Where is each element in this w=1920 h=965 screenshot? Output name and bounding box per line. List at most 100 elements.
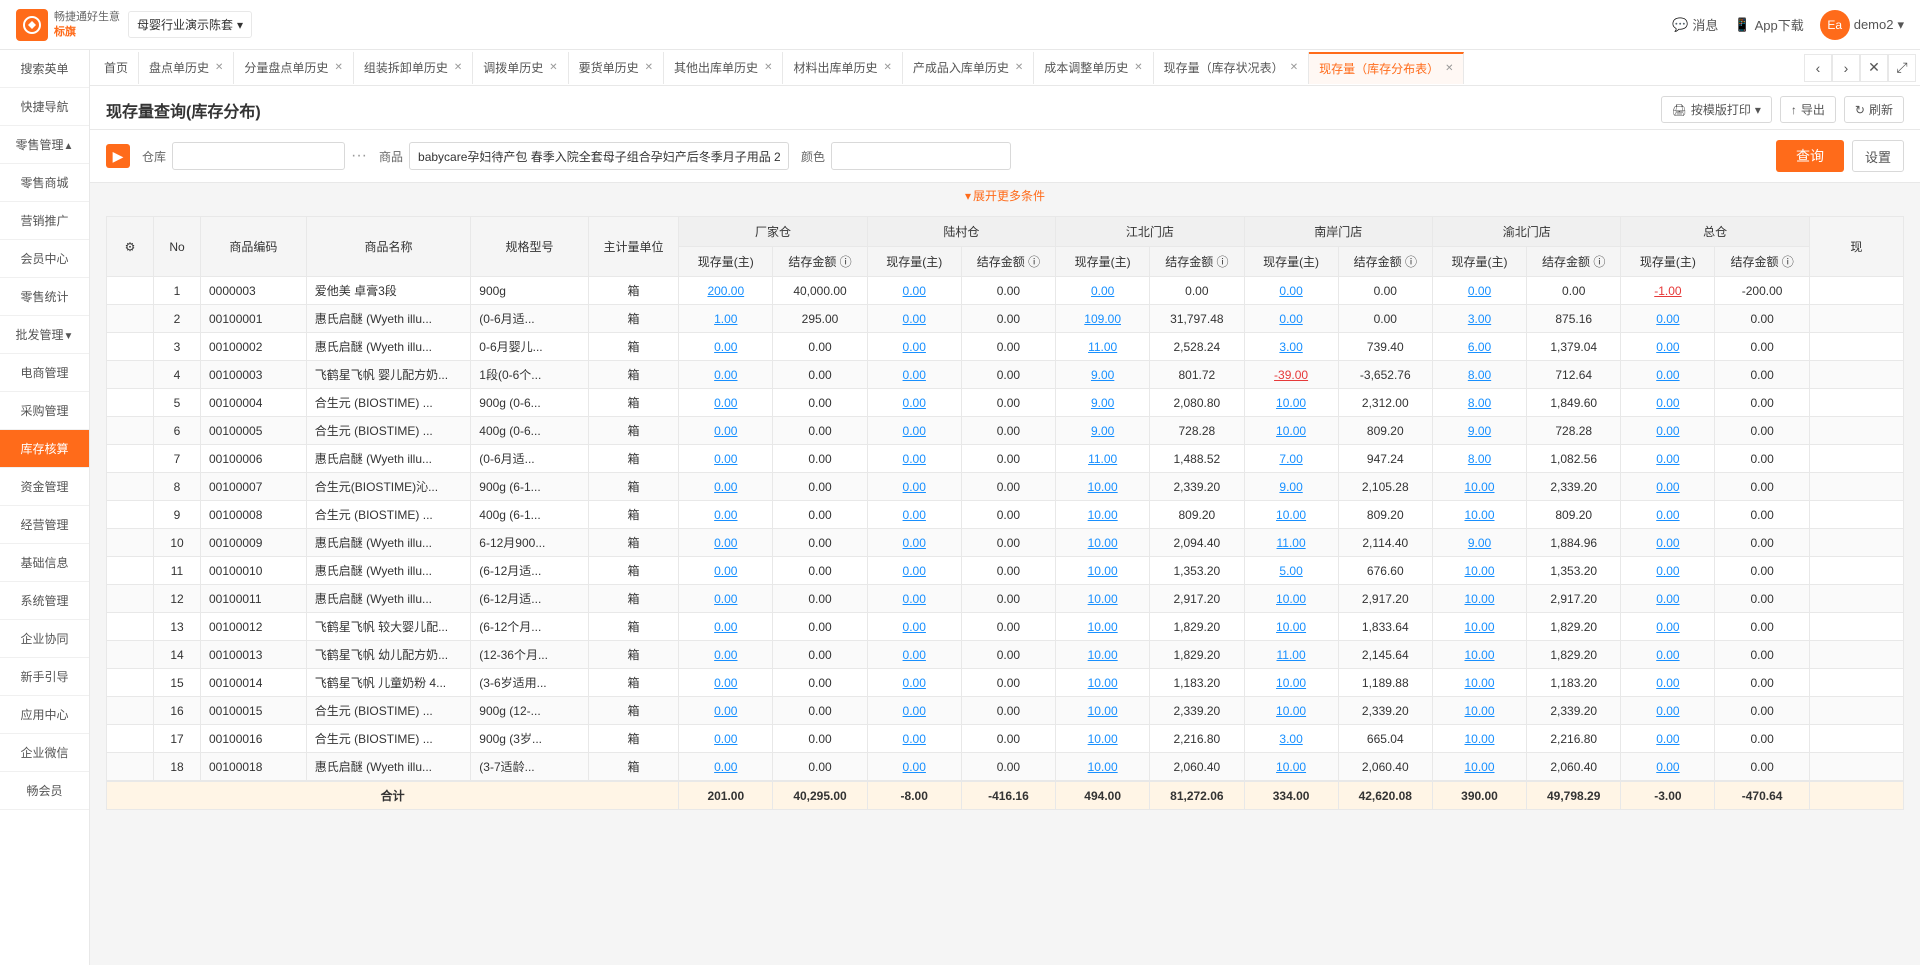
page-title: 现存量查询(库存分布)	[106, 98, 261, 122]
sidebar-item-19[interactable]: 畅会员	[0, 772, 89, 810]
tab-close-5[interactable]: ✕	[645, 62, 653, 73]
logo-text: 畅捷通好生意 标旗	[54, 10, 120, 39]
page-content: 现存量查询(库存分布) 🖨 按模版打印 ▾ ↑ 导出 ↻ 刷新	[90, 86, 1920, 965]
tab-close-9[interactable]: ✕	[1134, 62, 1142, 73]
sidebar-item-10[interactable]: 库存核算	[0, 430, 89, 468]
avatar: Ea	[1820, 10, 1850, 40]
th-total-warehouse: 总仓	[1621, 217, 1809, 247]
sidebar-item-17[interactable]: 应用中心	[0, 696, 89, 734]
color-group: 颜色	[801, 142, 1011, 170]
tab-close-7[interactable]: ✕	[883, 62, 891, 73]
refresh-btn[interactable]: ↻ 刷新	[1844, 96, 1904, 123]
sidebar-item-13[interactable]: 基础信息	[0, 544, 89, 582]
tab-close-1[interactable]: ✕	[215, 62, 223, 73]
th-jiangbei-store: 江北门店	[1056, 217, 1244, 247]
tab-2[interactable]: 分量盘点单历史✕	[234, 52, 353, 84]
tab-5[interactable]: 要货单历史✕	[569, 52, 664, 84]
tab-close-2[interactable]: ✕	[334, 62, 342, 73]
th-settings[interactable]: ⚙	[107, 217, 154, 277]
query-btn[interactable]: 查询	[1776, 140, 1844, 172]
warehouse-dots[interactable]: ···	[351, 147, 367, 165]
sidebar-item-5[interactable]: 会员中心	[0, 240, 89, 278]
tab-next-btn[interactable]: ›	[1832, 54, 1860, 82]
expand-row: ▾ 展开更多条件	[90, 183, 1920, 208]
app-download-btn[interactable]: 📱 App下载	[1734, 15, 1803, 34]
tab-close-8[interactable]: ✕	[1015, 62, 1023, 73]
tab-4[interactable]: 调拨单历史✕	[473, 52, 568, 84]
download-icon: 📱	[1734, 17, 1750, 33]
sidebar-item-3[interactable]: 零售商城	[0, 164, 89, 202]
sidebar-item-2[interactable]: 零售管理▲	[0, 126, 89, 164]
export-icon: ↑	[1791, 103, 1797, 117]
th-yubei-store: 渝北门店	[1432, 217, 1620, 247]
chevron-down-icon-print: ▾	[1755, 103, 1761, 117]
table-row: 1 0000003 爱他美 卓膏3段 900g 箱 200.00 40,000.…	[107, 277, 1904, 305]
tab-close-4[interactable]: ✕	[549, 62, 557, 73]
tab-10[interactable]: 现存量（库存状况表）✕	[1154, 52, 1309, 84]
sidebar-item-12[interactable]: 经营管理	[0, 506, 89, 544]
tab-1[interactable]: 盘点单历史✕	[139, 52, 234, 84]
tab-close-all-btn[interactable]: ✕	[1860, 54, 1888, 82]
chevron-icon-7: ▼	[64, 331, 74, 342]
th-lj-inv: 现存量(主)	[867, 247, 961, 277]
sidebar-item-16[interactable]: 新手引导	[0, 658, 89, 696]
search-area: ▶ 仓库 ··· 商品 颜色 查询 设置	[90, 130, 1920, 183]
sidebar-item-8[interactable]: 电商管理	[0, 354, 89, 392]
table-row: 3 00100002 惠氏启醚 (Wyeth illu... 0-6月婴儿...…	[107, 333, 1904, 361]
tab-6[interactable]: 其他出库单历史✕	[664, 52, 783, 84]
tab-11[interactable]: 现存量（库存分布表）✕	[1309, 52, 1464, 84]
table-row: 16 00100015 合生元 (BIOSTIME) ... 900g (12-…	[107, 697, 1904, 725]
top-bar-right: 💬 消息 📱 App下载 Ea demo2 ▾	[1672, 10, 1904, 40]
print-icon: 🖨	[1672, 103, 1687, 117]
sidebar-item-9[interactable]: 采购管理	[0, 392, 89, 430]
tab-3[interactable]: 组装拆卸单历史✕	[354, 52, 473, 84]
tab-7[interactable]: 材料出库单历史✕	[783, 52, 902, 84]
table-row: 18 00100018 惠氏启醚 (Wyeth illu... (3-7适龄..…	[107, 753, 1904, 782]
sidebar-item-15[interactable]: 企业协同	[0, 620, 89, 658]
color-label: 颜色	[801, 148, 825, 165]
expand-icon: ▾	[965, 189, 971, 203]
settings-btn[interactable]: 设置	[1852, 140, 1904, 172]
tab-close-3[interactable]: ✕	[454, 62, 462, 73]
expand-conditions-btn[interactable]: ▾ 展开更多条件	[965, 187, 1045, 204]
table-total-row: 合计 201.00 40,295.00 -8.00 -416.16 494.00…	[107, 781, 1904, 810]
logo-area: 畅捷通好生意 标旗	[16, 9, 120, 41]
sidebar-item-11[interactable]: 资金管理	[0, 468, 89, 506]
sidebar-item-4[interactable]: 营销推广	[0, 202, 89, 240]
table-row: 7 00100006 惠氏启醚 (Wyeth illu... (0-6月适...…	[107, 445, 1904, 473]
sidebar-item-6[interactable]: 零售统计	[0, 278, 89, 316]
table-row: 9 00100008 合生元 (BIOSTIME) ... 400g (6-1.…	[107, 501, 1904, 529]
tab-9[interactable]: 成本调整单历史✕	[1034, 52, 1153, 84]
export-btn[interactable]: ↑ 导出	[1780, 96, 1836, 123]
print-btn[interactable]: 🖨 按模版打印 ▾	[1661, 96, 1772, 123]
sidebar-item-18[interactable]: 企业微信	[0, 734, 89, 772]
tab-close-11[interactable]: ✕	[1445, 63, 1453, 74]
user-menu[interactable]: Ea demo2 ▾	[1820, 10, 1904, 40]
tab-close-10[interactable]: ✕	[1290, 62, 1298, 73]
table-row: 10 00100009 惠氏启醚 (Wyeth illu... 6-12月900…	[107, 529, 1904, 557]
tab-expand-btn[interactable]: ⤢	[1888, 54, 1916, 82]
product-input[interactable]	[409, 142, 789, 170]
warehouse-input[interactable]	[172, 142, 345, 170]
sidebar-item-1[interactable]: 快捷导航	[0, 88, 89, 126]
warehouse-label: 仓库	[142, 148, 166, 165]
tab-8[interactable]: 产成品入库单历史✕	[903, 52, 1034, 84]
tab-prev-btn[interactable]: ‹	[1804, 54, 1832, 82]
message-btn[interactable]: 💬 消息	[1672, 15, 1718, 34]
sidebar-item-14[interactable]: 系统管理	[0, 582, 89, 620]
tab-0[interactable]: 首页	[94, 52, 139, 84]
expand-arrow-btn[interactable]: ▶	[106, 144, 130, 168]
table-area[interactable]: ⚙ No 商品编码 商品名称 规格型号 主计量单位 厂家仓 陆村仓 江北门店 南…	[90, 216, 1920, 965]
sidebar-item-7[interactable]: 批发管理▼	[0, 316, 89, 354]
color-input[interactable]	[831, 142, 1011, 170]
chevron-down-icon: ▾	[237, 18, 243, 32]
th-nanan-store: 南岸门店	[1244, 217, 1432, 247]
industry-selector[interactable]: 母婴行业演示陈套 ▾	[128, 11, 252, 38]
table-row: 4 00100003 飞鹤星飞帆 婴儿配方奶... 1段(0-6个... 箱 0…	[107, 361, 1904, 389]
th-spec-model: 规格型号	[471, 217, 589, 277]
th-jb-amt: 结存金额 ⓘ	[1150, 247, 1244, 277]
tab-close-6[interactable]: ✕	[764, 62, 772, 73]
sidebar-item-0[interactable]: 搜索英单	[0, 50, 89, 88]
th-lujiazui-warehouse: 陆村仓	[867, 217, 1055, 247]
sidebar: 搜索英单快捷导航零售管理▲零售商城营销推广会员中心零售统计批发管理▼电商管理采购…	[0, 50, 90, 965]
